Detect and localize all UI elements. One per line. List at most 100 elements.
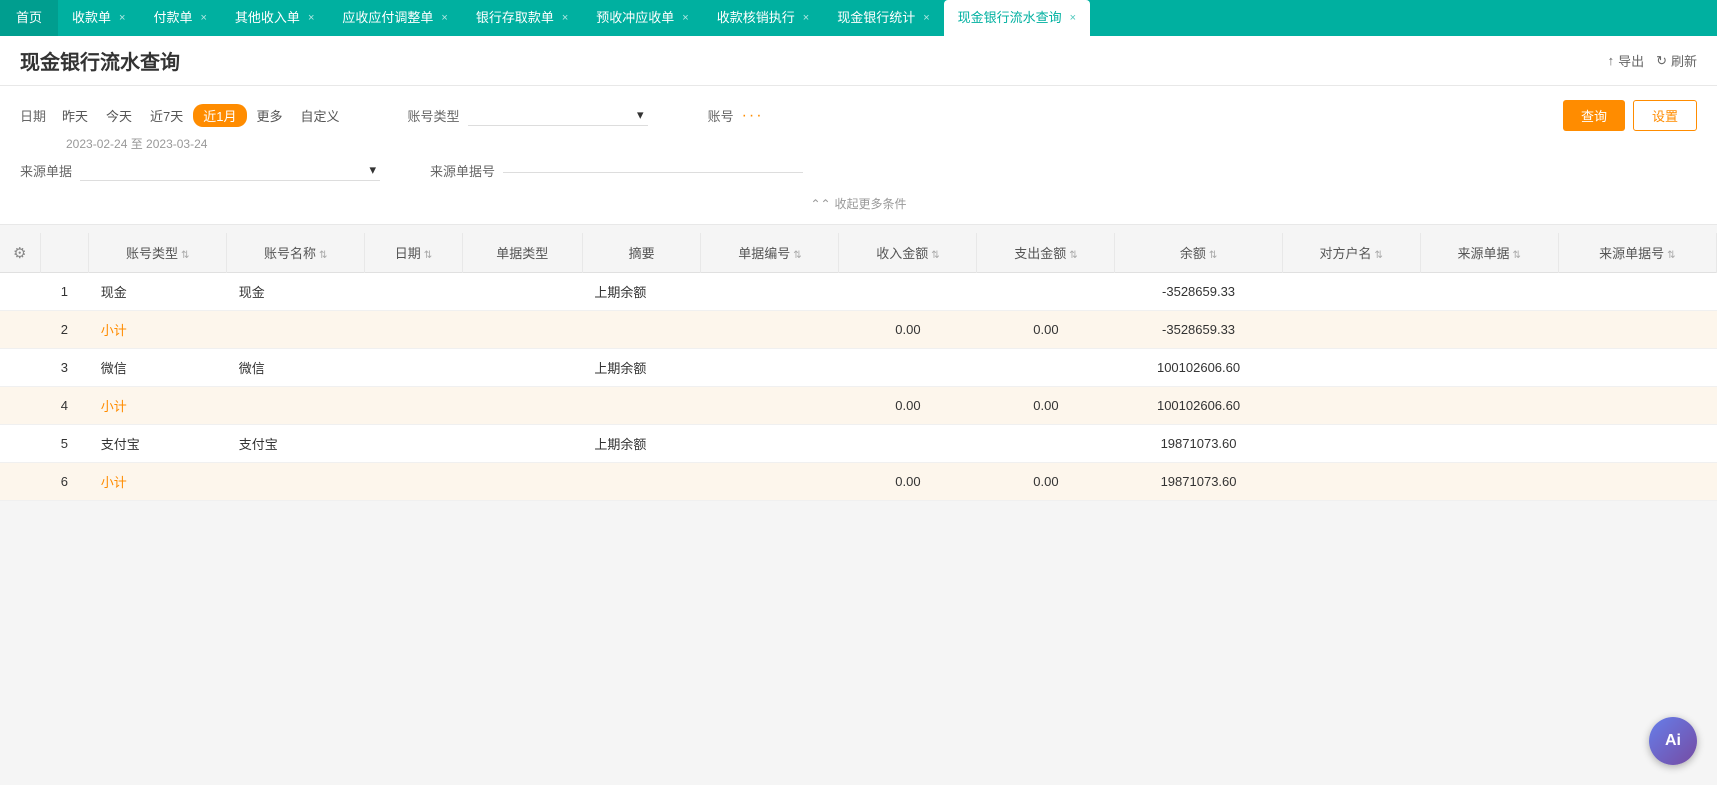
nav-tab-7[interactable]: 现金银行统计 ×	[823, 0, 943, 36]
table-cell	[1420, 425, 1558, 463]
table-cell	[365, 463, 462, 501]
nav-tab-4-close[interactable]: ×	[562, 0, 568, 36]
table-cell	[1420, 387, 1558, 425]
nav-tab-5[interactable]: 预收冲应收单 ×	[582, 0, 702, 36]
table-cell	[839, 349, 977, 387]
nav-tab-7-close[interactable]: ×	[923, 0, 929, 36]
nav-tab-5-close[interactable]: ×	[682, 0, 688, 36]
settings-button[interactable]: 设置	[1633, 100, 1697, 131]
table-cell	[1282, 425, 1420, 463]
date-range-display: 2023-02-24 至 2023-03-24	[20, 135, 1697, 152]
table-cell	[462, 387, 582, 425]
nav-tab-3-label: 应收应付调整单	[342, 0, 433, 36]
nav-home[interactable]: 首页	[0, 0, 58, 36]
date-opt-yesterday[interactable]: 昨天	[54, 104, 96, 127]
nav-tab-0[interactable]: 收款单 ×	[58, 0, 139, 36]
nav-tab-2-label: 其他收入单	[235, 0, 300, 36]
table-cell	[0, 273, 40, 311]
table-cell: 支付宝	[89, 425, 227, 463]
table-cell: 上期余额	[582, 349, 701, 387]
collapse-bar[interactable]: ⌃⌃ 收起更多条件	[20, 191, 1697, 214]
account-type-label: 账号类型	[408, 106, 460, 125]
table-cell: 100102606.60	[1115, 387, 1282, 425]
table-cell	[977, 349, 1115, 387]
table-row: 2小计0.000.00-3528659.33	[0, 311, 1717, 349]
th-counterpart[interactable]: 对方户名⇅	[1282, 233, 1420, 273]
table-cell: 19871073.60	[1115, 463, 1282, 501]
table-cell: 3	[40, 349, 89, 387]
date-opt-today[interactable]: 今天	[98, 104, 140, 127]
date-opt-custom[interactable]: 自定义	[293, 104, 348, 127]
table-cell	[462, 463, 582, 501]
nav-tab-6[interactable]: 收款核销执行 ×	[703, 0, 823, 36]
refresh-button[interactable]: ↻ 刷新	[1656, 51, 1697, 70]
th-income[interactable]: 收入金额⇅	[839, 233, 977, 273]
th-source-doc-no[interactable]: 来源单据号⇅	[1558, 233, 1716, 273]
nav-tab-8[interactable]: 现金银行流水查询 ×	[944, 0, 1090, 36]
query-button[interactable]: 查询	[1563, 100, 1625, 131]
table-cell: -3528659.33	[1115, 311, 1282, 349]
date-opt-more[interactable]: 更多	[249, 104, 291, 127]
nav-tab-2[interactable]: 其他收入单 ×	[221, 0, 328, 36]
nav-tab-8-close[interactable]: ×	[1070, 0, 1076, 36]
nav-tab-0-close[interactable]: ×	[119, 0, 125, 36]
table-cell: 现金	[89, 273, 227, 311]
table-cell	[977, 273, 1115, 311]
top-nav: 首页 收款单 × 付款单 × 其他收入单 × 应收应付调整单 × 银行存取款单 …	[0, 0, 1717, 36]
date-opt-7days[interactable]: 近7天	[142, 104, 191, 127]
table-cell	[839, 425, 977, 463]
ai-assistant-button[interactable]: Ai	[1649, 717, 1697, 765]
nav-tab-3-close[interactable]: ×	[441, 0, 447, 36]
nav-tab-4-label: 银行存取款单	[476, 0, 554, 36]
table-cell	[0, 425, 40, 463]
nav-tab-1-close[interactable]: ×	[200, 0, 206, 36]
table-cell: 小计	[89, 387, 227, 425]
account-more-button[interactable]: ···	[742, 107, 764, 125]
nav-tab-1[interactable]: 付款单 ×	[139, 0, 220, 36]
source-doc-no-filter-group: 来源单据号	[430, 161, 803, 180]
table-cell	[227, 387, 365, 425]
nav-tab-0-label: 收款单	[72, 0, 111, 36]
nav-tab-6-close[interactable]: ×	[803, 0, 809, 36]
account-label: 账号	[708, 106, 734, 125]
th-summary: 摘要	[582, 233, 701, 273]
export-button[interactable]: ↑ 导出	[1608, 51, 1645, 70]
nav-tab-4[interactable]: 银行存取款单 ×	[462, 0, 582, 36]
source-doc-no-label: 来源单据号	[430, 161, 495, 180]
date-opt-1month[interactable]: 近1月	[193, 104, 246, 127]
table-cell	[365, 425, 462, 463]
th-expense[interactable]: 支出金额⇅	[977, 233, 1115, 273]
table-cell	[1420, 311, 1558, 349]
table-cell	[462, 273, 582, 311]
table-cell	[365, 349, 462, 387]
table-cell: 1	[40, 273, 89, 311]
table-cell: 100102606.60	[1115, 349, 1282, 387]
nav-tab-2-close[interactable]: ×	[308, 0, 314, 36]
table-cell: 微信	[89, 349, 227, 387]
refresh-label: 刷新	[1671, 51, 1697, 70]
table-cell	[1558, 349, 1716, 387]
th-gear[interactable]: ⚙	[0, 233, 40, 273]
account-type-select[interactable]: ▾	[468, 105, 648, 126]
th-account-type[interactable]: 账号类型⇅	[89, 233, 227, 273]
table-container: ⚙ 账号类型⇅ 账号名称⇅ 日期⇅ 单据类型 摘要 单据编号⇅ 收入金额⇅ 支出…	[0, 233, 1717, 501]
source-doc-select[interactable]: ▾	[80, 160, 380, 181]
table-cell: 0.00	[839, 463, 977, 501]
date-filter-label: 日期	[20, 106, 46, 125]
export-label: 导出	[1618, 51, 1644, 70]
source-doc-no-input[interactable]	[503, 168, 803, 173]
table-row: 4小计0.000.00100102606.60	[0, 387, 1717, 425]
nav-tab-1-label: 付款单	[153, 0, 192, 36]
th-balance[interactable]: 余额⇅	[1115, 233, 1282, 273]
table-cell	[839, 273, 977, 311]
filter-row-2: 来源单据 ▾ 来源单据号	[20, 160, 1697, 181]
th-doc-no[interactable]: 单据编号⇅	[701, 233, 839, 273]
th-account-name[interactable]: 账号名称⇅	[227, 233, 365, 273]
collapse-icon: ⌃⌃	[810, 197, 830, 211]
table-cell	[365, 273, 462, 311]
nav-tab-3[interactable]: 应收应付调整单 ×	[328, 0, 461, 36]
table-cell	[582, 311, 701, 349]
th-date[interactable]: 日期⇅	[365, 233, 462, 273]
th-source-doc[interactable]: 来源单据⇅	[1420, 233, 1558, 273]
table-cell: 4	[40, 387, 89, 425]
